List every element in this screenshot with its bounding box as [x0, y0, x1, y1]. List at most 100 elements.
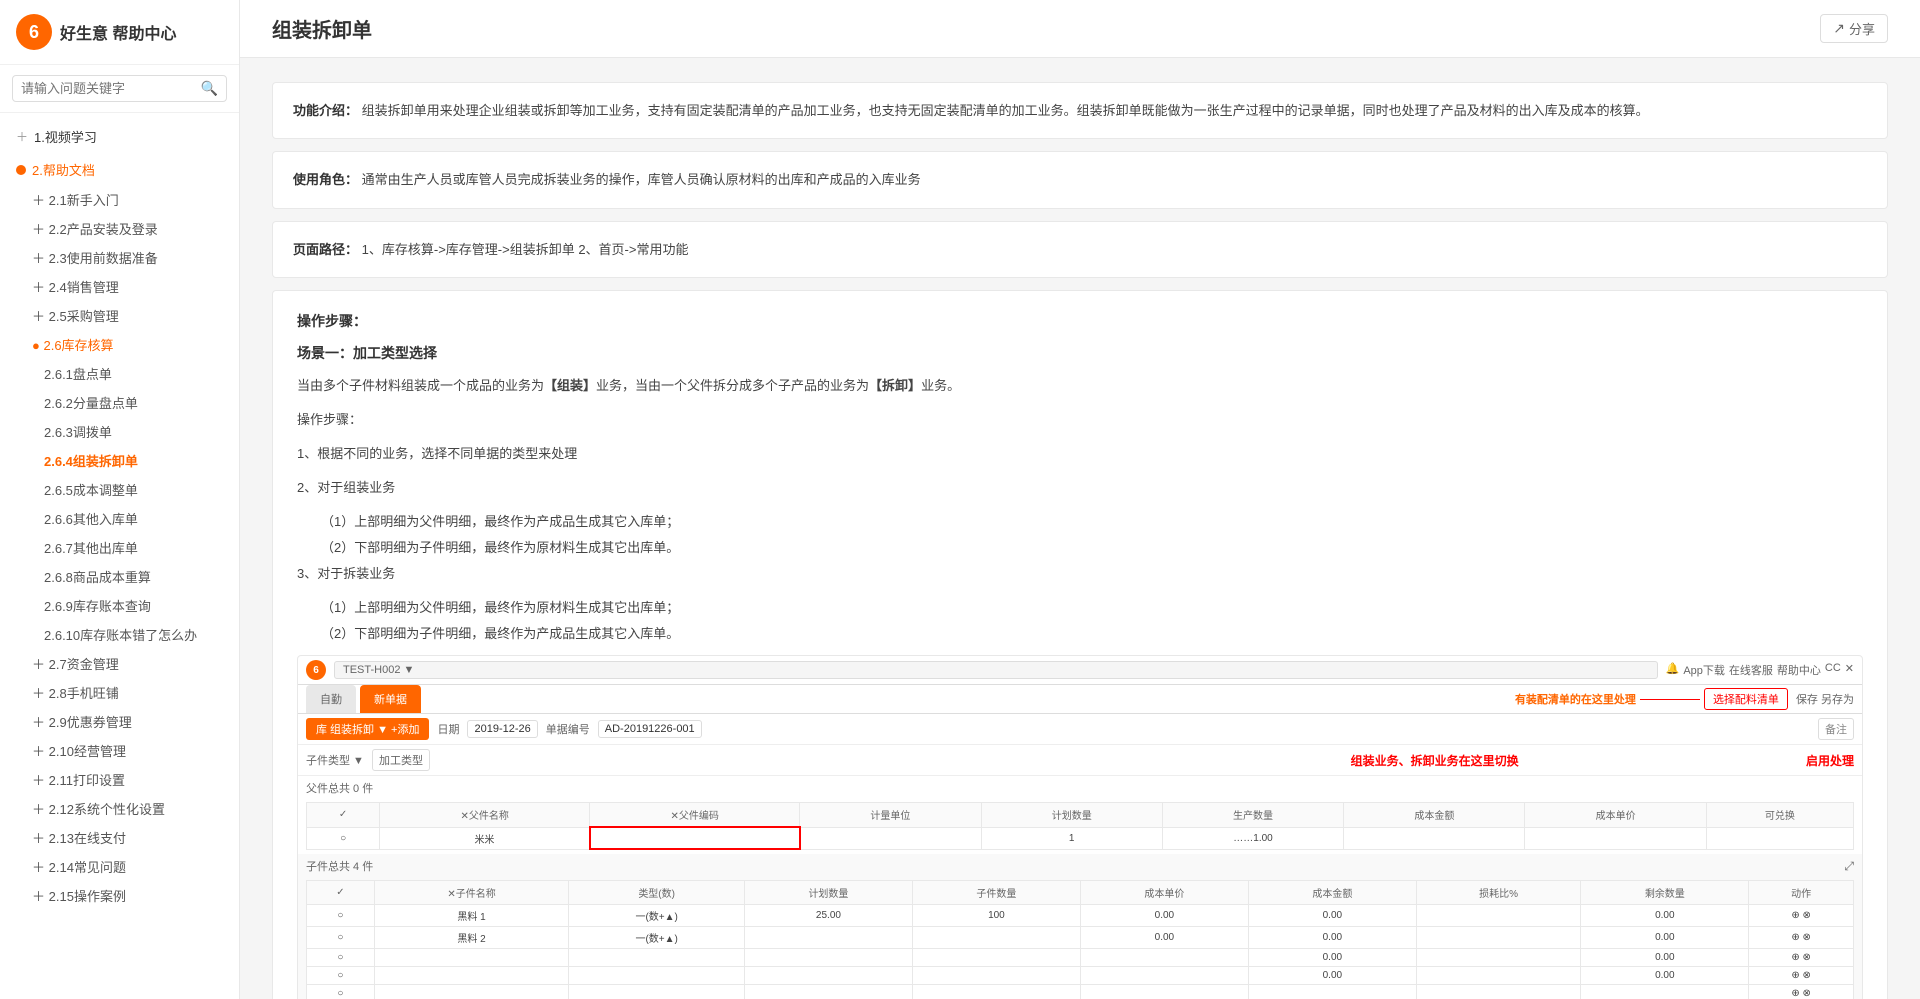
path-text: 1、库存核算->库存管理->组装拆卸单 2、首页->常用功能 — [362, 242, 689, 257]
browser-actions: 🔔 App下载 在线客服 帮助中心 CC ✕ — [1666, 662, 1854, 678]
role-text: 通常由生产人员或库管人员完成拆装业务的操作，库管人员确认原材料的出库和产成品的入… — [362, 172, 921, 187]
sidebar-item-cases[interactable]: ＋ 2.15操作案例 — [0, 881, 239, 910]
search-area: 🔍 — [0, 65, 239, 113]
mock-bottom-table-area: 子件总共 4 件 ⤢ ✓ ✕子件名称 类型(数) 计划数量 子件数量 — [298, 854, 1862, 999]
sidebar-item-docs[interactable]: 2.帮助文档 — [0, 154, 239, 185]
sidebar-item-beginner[interactable]: ＋ 2.1新手入门 — [0, 185, 239, 214]
main-area: 组装拆卸单 ↗ 分享 功能介绍： 组装拆卸单用来处理企业组装或拆卸等加工业务，支… — [240, 0, 1920, 999]
share-icon: ↗ — [1833, 20, 1845, 37]
sidebar-item-print[interactable]: ＋ 2.11打印设置 — [0, 765, 239, 794]
content-area: 功能介绍： 组装拆卸单用来处理企业组装或拆卸等加工业务，支持有固定装配清单的产品… — [240, 58, 1920, 999]
minus-icon: ● — [32, 338, 40, 353]
step1: 1、根据不同的业务，选择不同单据的类型来处理 — [297, 441, 1863, 467]
sidebar-item-cost-adjust[interactable]: 2.6.5成本调整单 — [0, 475, 239, 504]
sidebar-item-operations[interactable]: ＋ 2.10经营管理 — [0, 736, 239, 765]
mock-expand-icon: ⤢ — [1844, 859, 1854, 874]
inventory-subitems: 2.6.1盘点单 2.6.2分量盘点单 2.6.3调拨单 2.6.4组装拆卸单 … — [0, 359, 239, 649]
intro-label: 功能介绍： — [293, 103, 358, 118]
step3-1: （1）上部明细为父件明细，最终作为原材料生成其它出库单； — [297, 595, 1863, 621]
screenshot-container: 6 TEST-H002 ▼ 🔔 App下载 在线客服 帮助中心 CC ✕ — [297, 655, 1863, 999]
sidebar-item-cost-recalc[interactable]: 2.6.8商品成本重算 — [0, 562, 239, 591]
sidebar-item-stock-ledger[interactable]: 2.6.9库存账本查询 — [0, 591, 239, 620]
mock-bottom-table: ✓ ✕子件名称 类型(数) 计划数量 子件数量 成本单价 成本金额 损耗比% 剩… — [306, 880, 1854, 999]
plus-icon: ＋ — [32, 657, 45, 672]
plus-icon: ＋ — [32, 715, 45, 730]
intro-text: 组装拆卸单用来处理企业组装或拆卸等加工业务，支持有固定装配清单的产品加工业务，也… — [362, 103, 1649, 118]
sidebar-item-purchase[interactable]: ＋ 2.5采购管理 — [0, 301, 239, 330]
annotation-line1 — [1640, 699, 1700, 700]
search-box: 🔍 — [12, 75, 227, 102]
plus-icon: ＋ — [32, 193, 45, 208]
mock-form-toolbar: 库 组装拆卸 ▼ +添加 日期 2019-12-26 单据编号 AD-20191… — [298, 714, 1862, 745]
url-bar: TEST-H002 ▼ — [334, 661, 1658, 679]
plus-icon: ＋ — [32, 831, 45, 846]
browser-bar: 6 TEST-H002 ▼ 🔔 App下载 在线客服 帮助中心 CC ✕ — [298, 656, 1862, 685]
annotation-switch: 组装业务、拆卸业务在这里切换 — [1351, 752, 1519, 769]
mock-tabs: 自勤 新单据 — [306, 685, 421, 713]
search-icon[interactable]: 🔍 — [201, 80, 218, 97]
mock-top-table: ✓ ✕父件名称 ✕父件编码 计量单位 计划数量 生产数量 成本金额 成本单价 可… — [306, 802, 1854, 850]
step2-1: （1）上部明细为父件明细，最终作为产成品生成其它入库单； — [297, 509, 1863, 535]
sidebar-item-data-prep[interactable]: ＋ 2.3使用前数据准备 — [0, 243, 239, 272]
sidebar-item-coupon[interactable]: ＋ 2.9优惠券管理 — [0, 707, 239, 736]
sidebar-item-other-in[interactable]: 2.6.6其他入库单 — [0, 504, 239, 533]
mock-remark: 备注 — [1818, 718, 1854, 740]
sidebar-item-stocktake[interactable]: 2.6.1盘点单 — [0, 359, 239, 388]
nav-section-videos: ＋ 1.视频学习 — [0, 121, 239, 152]
plus-icon: ＋ — [32, 309, 45, 324]
sidebar: 6 好生意 帮助中心 🔍 ＋ 1.视频学习 2.帮助文档 ＋ 2. — [0, 0, 240, 999]
mock-date: 2019-12-26 — [467, 720, 537, 738]
intro-box: 功能介绍： 组装拆卸单用来处理企业组装或拆卸等加工业务，支持有固定装配清单的产品… — [272, 82, 1888, 139]
steps-subtitle: 操作步骤： — [297, 407, 1863, 433]
share-button[interactable]: ↗ 分享 — [1820, 14, 1888, 43]
annotation-enable: 启用处理 — [1806, 752, 1854, 769]
nav-section-docs: 2.帮助文档 ＋ 2.1新手入门 ＋ 2.2产品安装及登录 ＋ 2.3使用前数据… — [0, 154, 239, 910]
sidebar-item-payment[interactable]: ＋ 2.13在线支付 — [0, 823, 239, 852]
mock-order-no: AD-20191226-001 — [598, 720, 702, 738]
search-input[interactable] — [21, 81, 201, 96]
nav-tree: ＋ 1.视频学习 2.帮助文档 ＋ 2.1新手入门 ＋ 2.2产品安装及登录 — [0, 113, 239, 999]
plus-icon: ＋ — [32, 802, 45, 817]
logo-icon: 6 — [16, 14, 52, 50]
sidebar-item-customization[interactable]: ＋ 2.12系统个性化设置 — [0, 794, 239, 823]
mock-bom-btn: 选择配料清单 — [1704, 688, 1788, 710]
sidebar-item-faq[interactable]: ＋ 2.14常见问题 — [0, 852, 239, 881]
logo-text: 好生意 帮助中心 — [60, 20, 176, 44]
sidebar-item-sales[interactable]: ＋ 2.4销售管理 — [0, 272, 239, 301]
mock-sub-toolbar: 子件类型 ▼ 加工类型 组装业务、拆卸业务在这里切换 启用处理 — [298, 745, 1862, 776]
sidebar-item-inventory[interactable]: ● 2.6库存核算 — [0, 330, 239, 359]
plus-icon: ＋ — [32, 222, 45, 237]
mock-actions: 保存 另存为 — [1796, 691, 1854, 707]
plus-icon: ＋ — [32, 251, 45, 266]
sidebar-item-transfer[interactable]: 2.6.3调拨单 — [0, 417, 239, 446]
active-dot-icon — [16, 165, 26, 175]
plus-icon: ＋ — [32, 773, 45, 788]
plus-icon: ＋ — [32, 280, 45, 295]
ops-title: 操作步骤： — [297, 311, 1863, 331]
sidebar-item-install[interactable]: ＋ 2.2产品安装及登录 — [0, 214, 239, 243]
role-label: 使用角色： — [293, 172, 358, 187]
plus-icon: ＋ — [16, 128, 28, 145]
mock-tab-ziqin: 自勤 — [306, 685, 356, 713]
sidebar-item-other-out[interactable]: 2.6.7其他出库单 — [0, 533, 239, 562]
plus-icon: ＋ — [32, 860, 45, 875]
step3: 3、对于拆装业务 — [297, 561, 1863, 587]
path-box: 页面路径： 1、库存核算->库存管理->组装拆卸单 2、首页->常用功能 — [272, 221, 1888, 278]
mock-type-select: 库 组装拆卸 ▼ +添加 — [306, 718, 429, 740]
sidebar-item-stock-fix[interactable]: 2.6.10库存账本错了怎么办 — [0, 620, 239, 649]
plus-icon: ＋ — [32, 889, 45, 904]
sidebar-item-assembly[interactable]: 2.6.4组装拆卸单 — [0, 446, 239, 475]
docs-subitems: ＋ 2.1新手入门 ＋ 2.2产品安装及登录 ＋ 2.3使用前数据准备 ＋ 2.… — [0, 185, 239, 910]
sidebar-item-finance[interactable]: ＋ 2.7资金管理 — [0, 649, 239, 678]
mock-top-count: 父件总共 0 件 — [306, 780, 1854, 796]
sidebar-item-split-stocktake[interactable]: 2.6.2分量盘点单 — [0, 388, 239, 417]
scenario-title: 场景一：加工类型选择 — [297, 343, 1863, 363]
sidebar-item-mobile[interactable]: ＋ 2.8手机旺铺 — [0, 678, 239, 707]
plus-icon: ＋ — [32, 686, 45, 701]
page-title: 组装拆卸单 — [272, 14, 372, 43]
annotation-bom: 有装配清单的在这里处理 — [1515, 691, 1636, 707]
sidebar-item-videos[interactable]: ＋ 1.视频学习 — [0, 121, 239, 152]
role-box: 使用角色： 通常由生产人员或库管人员完成拆装业务的操作，库管人员确认原材料的出库… — [272, 151, 1888, 208]
main-header: 组装拆卸单 ↗ 分享 — [240, 0, 1920, 58]
plus-icon: ＋ — [32, 744, 45, 759]
